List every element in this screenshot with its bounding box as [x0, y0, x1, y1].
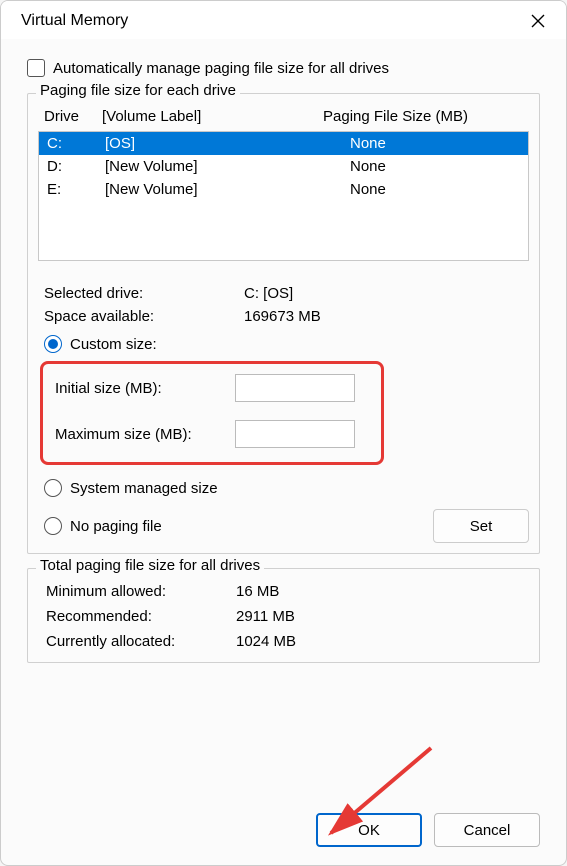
drive-size: None — [350, 135, 520, 152]
paging-legend: Paging file size for each drive — [36, 82, 240, 99]
header-drive: Drive — [44, 108, 102, 125]
highlight-annotation: Initial size (MB): Maximum size (MB): — [40, 361, 384, 465]
custom-size-radio-row: Custom size: — [38, 335, 529, 353]
selected-drive-value: C: [OS] — [244, 285, 529, 302]
titlebar: Virtual Memory — [1, 1, 566, 39]
header-paging-size: Paging File Size (MB) — [323, 108, 523, 125]
drive-row-e[interactable]: E: [New Volume] None — [39, 178, 528, 201]
space-available-value: 169673 MB — [244, 308, 529, 325]
window-title: Virtual Memory — [21, 12, 128, 30]
initial-size-label: Initial size (MB): — [55, 380, 235, 397]
recommended-value: 2911 MB — [236, 608, 295, 625]
set-button[interactable]: Set — [433, 509, 529, 543]
system-managed-radio[interactable] — [44, 479, 62, 497]
system-managed-radio-row: System managed size — [38, 479, 529, 497]
system-managed-label: System managed size — [70, 480, 218, 497]
auto-manage-checkbox[interactable] — [27, 59, 45, 77]
drive-letter: C: — [47, 135, 105, 152]
maximum-size-label: Maximum size (MB): — [55, 426, 235, 443]
no-paging-label: No paging file — [70, 518, 162, 535]
currently-allocated-label: Currently allocated: — [46, 633, 236, 650]
auto-manage-row: Automatically manage paging file size fo… — [27, 59, 540, 77]
drive-row-c[interactable]: C: [OS] None — [39, 132, 528, 155]
drive-size: None — [350, 181, 520, 198]
drive-letter: E: — [47, 181, 105, 198]
no-paging-radio[interactable] — [44, 517, 62, 535]
header-volume-label: [Volume Label] — [102, 108, 323, 125]
custom-size-label: Custom size: — [70, 336, 157, 353]
paging-fieldset: Paging file size for each drive Drive [V… — [27, 93, 540, 554]
minimum-allowed-value: 16 MB — [236, 583, 279, 600]
ok-button[interactable]: OK — [316, 813, 422, 847]
currently-allocated-value: 1024 MB — [236, 633, 296, 650]
drive-label: [New Volume] — [105, 158, 350, 175]
minimum-allowed-label: Minimum allowed: — [46, 583, 236, 600]
drive-letter: D: — [47, 158, 105, 175]
space-available-label: Space available: — [44, 308, 244, 325]
virtual-memory-dialog: Virtual Memory Automatically manage pagi… — [0, 0, 567, 866]
close-icon — [531, 14, 545, 28]
cancel-button[interactable]: Cancel — [434, 813, 540, 847]
drive-list-header: Drive [Volume Label] Paging File Size (M… — [38, 104, 529, 131]
selected-info: Selected drive: C: [OS] Space available:… — [38, 285, 529, 325]
selected-drive-label: Selected drive: — [44, 285, 244, 302]
drive-list[interactable]: C: [OS] None D: [New Volume] None E: [Ne… — [38, 131, 529, 261]
auto-manage-label: Automatically manage paging file size fo… — [53, 60, 389, 77]
drive-label: [OS] — [105, 135, 350, 152]
dialog-footer: OK Cancel — [1, 801, 566, 865]
recommended-label: Recommended: — [46, 608, 236, 625]
no-paging-set-row: No paging file Set — [38, 509, 529, 543]
total-fieldset: Total paging file size for all drives Mi… — [27, 568, 540, 663]
drive-size: None — [350, 158, 520, 175]
maximum-size-input[interactable] — [235, 420, 355, 448]
custom-size-radio[interactable] — [44, 335, 62, 353]
close-button[interactable] — [524, 7, 552, 35]
total-legend: Total paging file size for all drives — [36, 557, 264, 574]
initial-size-input[interactable] — [235, 374, 355, 402]
content-area: Automatically manage paging file size fo… — [1, 39, 566, 801]
drive-row-d[interactable]: D: [New Volume] None — [39, 155, 528, 178]
drive-label: [New Volume] — [105, 181, 350, 198]
